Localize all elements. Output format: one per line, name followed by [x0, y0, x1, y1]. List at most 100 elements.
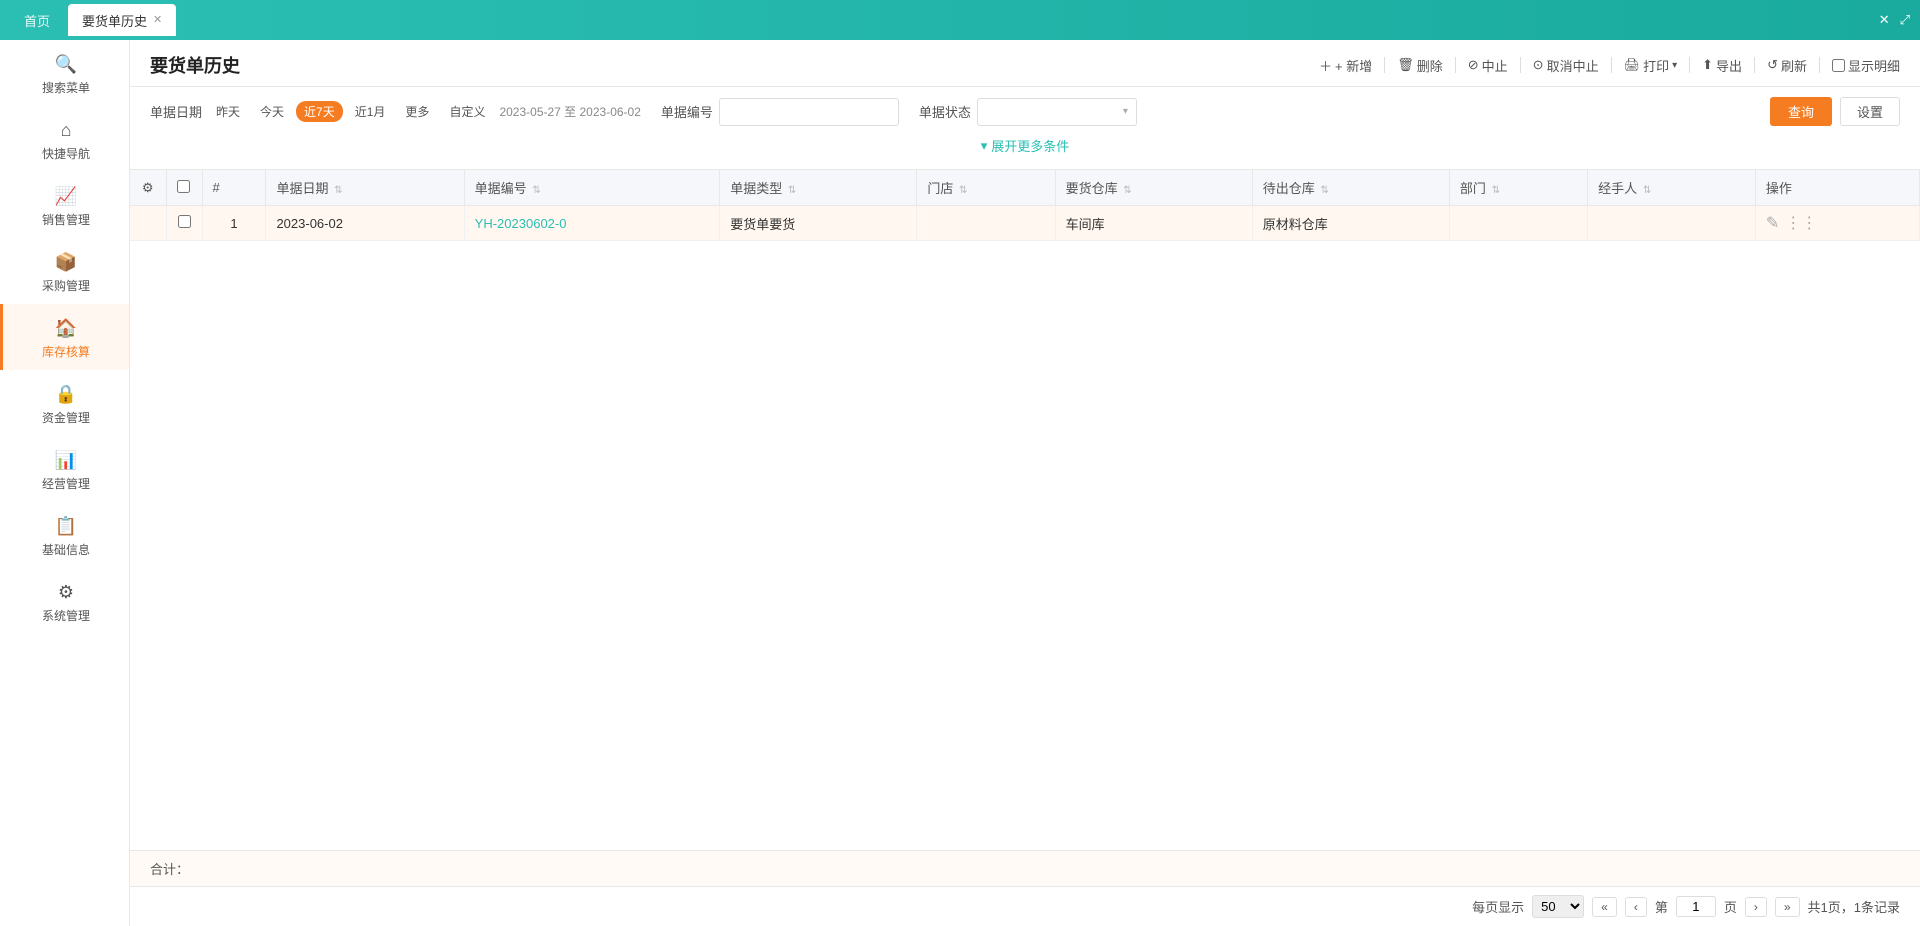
search-menu-icon: 🔍 — [55, 54, 77, 75]
tab-home[interactable]: 首页 — [10, 4, 64, 36]
status-label: 单据状态 — [919, 102, 971, 121]
query-button[interactable]: 查询 — [1770, 97, 1832, 126]
display-detail-button[interactable]: 显示明细 — [1832, 56, 1900, 75]
divider-6 — [1754, 57, 1755, 73]
divider-5 — [1689, 57, 1690, 73]
date-btn-last1m[interactable]: 近1月 — [347, 101, 394, 122]
row-1-order-link[interactable]: YH-20230602-0 — [475, 216, 567, 231]
next-page-button[interactable]: › — [1745, 897, 1767, 917]
stop-button[interactable]: ⊘ 中止 — [1468, 56, 1508, 75]
col-num: # — [202, 170, 266, 206]
pagination-bar: 每页显示 50 10 20 100 « ‹ 第 页 › » 共1页，1条记录 — [130, 886, 1920, 926]
col-req-wh-label: 要货仓库 — [1066, 181, 1118, 196]
prev-page-button[interactable]: ‹ — [1625, 897, 1647, 917]
row-1-checkbox[interactable] — [178, 215, 191, 228]
sidebar-item-ops[interactable]: 📊 经营管理 — [0, 436, 129, 502]
print-button[interactable]: 🖨 打印 ▾ — [1624, 56, 1678, 75]
tab-list: 首页 要货单历史 ✕ — [10, 4, 1879, 36]
col-type: 单据类型 ⇅ — [720, 170, 917, 206]
page-size-label: 每页显示 — [1472, 897, 1524, 916]
expand-conditions-button[interactable]: ▾ 展开更多条件 — [981, 132, 1070, 159]
table-settings-icon[interactable]: ⚙ — [142, 180, 154, 195]
row-1-pending-wh-value: 原材料仓库 — [1263, 217, 1328, 232]
print-icon: 🖨 — [1624, 57, 1641, 73]
col-dept-sort[interactable]: ⇅ — [1492, 185, 1500, 196]
page-number-input[interactable] — [1676, 896, 1716, 917]
row-1-edit-icon[interactable]: ✎ — [1766, 213, 1779, 233]
display-detail-checkbox[interactable] — [1832, 59, 1845, 72]
date-btn-custom[interactable]: 自定义 — [441, 101, 493, 122]
col-dept: 部门 ⇅ — [1449, 170, 1587, 206]
new-button[interactable]: ＋ + 新增 — [1319, 56, 1372, 75]
refresh-icon: ↺ — [1767, 57, 1778, 73]
sidebar-item-finance-label: 资金管理 — [42, 409, 90, 426]
sys-mgmt-icon: ⚙ — [58, 582, 74, 603]
refresh-button[interactable]: ↺ 刷新 — [1767, 56, 1807, 75]
data-table: ⚙ # 单据日期 ⇅ 单据编号 ⇅ — [130, 170, 1920, 241]
window-close-icon[interactable]: ✕ — [1879, 12, 1890, 28]
sidebar-item-quick-nav[interactable]: ⌂ 快捷导航 — [0, 106, 129, 172]
order-no-filter-group: 单据编号 — [661, 98, 899, 126]
export-button[interactable]: ⬆ 导出 — [1702, 56, 1742, 75]
quick-nav-icon: ⌂ — [61, 120, 72, 141]
table-row: 1 2023-06-02 YH-20230602-0 要货单要货 车间库 — [130, 206, 1920, 241]
sidebar-item-basic-info[interactable]: 📋 基础信息 — [0, 502, 129, 568]
col-type-sort[interactable]: ⇅ — [788, 185, 796, 196]
order-no-input[interactable] — [719, 98, 899, 126]
filter-bar: 单据日期 昨天 今天 近7天 近1月 更多 自定义 2023-05-27 至 2… — [130, 87, 1920, 170]
status-select[interactable]: ▾ — [977, 98, 1137, 126]
row-1-num: 1 — [202, 206, 266, 241]
top-bar: 首页 要货单历史 ✕ ✕ ⤢ — [0, 0, 1920, 40]
sidebar-item-inventory-label: 库存核算 — [42, 343, 90, 360]
date-btn-last7[interactable]: 近7天 — [296, 101, 343, 122]
date-btn-today[interactable]: 今天 — [252, 101, 292, 122]
col-handler-label: 经手人 — [1598, 181, 1637, 196]
sidebar-item-sys-mgmt[interactable]: ⚙ 系统管理 — [0, 568, 129, 634]
cancel-stop-button[interactable]: ⊙ 取消中止 — [1533, 56, 1599, 75]
col-pending-wh-sort[interactable]: ⇅ — [1320, 185, 1328, 196]
divider-2 — [1455, 57, 1456, 73]
col-handler: 经手人 ⇅ — [1588, 170, 1756, 206]
last-page-button[interactable]: » — [1775, 897, 1800, 917]
date-btn-yesterday[interactable]: 昨天 — [208, 101, 248, 122]
sidebar-item-sales[interactable]: 📈 销售管理 — [0, 172, 129, 238]
sidebar-item-finance[interactable]: 🔒 资金管理 — [0, 370, 129, 436]
sidebar-item-inventory[interactable]: 🏠 库存核算 — [0, 304, 129, 370]
delete-button[interactable]: 🗑 删除 — [1397, 56, 1443, 75]
window-maximize-icon[interactable]: ⤢ — [1900, 12, 1910, 28]
setting-button[interactable]: 设置 — [1840, 97, 1900, 126]
col-date-sort[interactable]: ⇅ — [334, 185, 342, 196]
sidebar-item-sales-label: 销售管理 — [42, 211, 90, 228]
select-all-checkbox[interactable] — [177, 180, 190, 193]
action-icons: ✎ ⋮⋮ — [1766, 213, 1909, 233]
tab-close-icon[interactable]: ✕ — [153, 15, 162, 26]
col-req-wh-sort[interactable]: ⇅ — [1123, 185, 1131, 196]
divider-4 — [1611, 57, 1612, 73]
filter-row-expand: ▾ 展开更多条件 — [150, 132, 1900, 159]
col-handler-sort[interactable]: ⇅ — [1643, 185, 1651, 196]
sidebar-item-search-menu[interactable]: 🔍 搜索菜单 — [0, 40, 129, 106]
first-page-button[interactable]: « — [1592, 897, 1617, 917]
col-pending-warehouse: 待出仓库 ⇅ — [1252, 170, 1449, 206]
sidebar: 🔍 搜索菜单 ⌂ 快捷导航 📈 销售管理 📦 采购管理 🏠 库存核算 🔒 资金管… — [0, 40, 130, 926]
tab-requisition-history[interactable]: 要货单历史 ✕ — [68, 4, 176, 36]
row-1-more-icon[interactable]: ⋮⋮ — [1785, 213, 1817, 233]
cancel-stop-label: 取消中止 — [1547, 56, 1599, 75]
col-order-no-sort[interactable]: ⇅ — [532, 185, 540, 196]
export-icon: ⬆ — [1702, 57, 1713, 73]
col-store-sort[interactable]: ⇅ — [959, 185, 967, 196]
sidebar-item-purchase[interactable]: 📦 采购管理 — [0, 238, 129, 304]
row-1-actions: ✎ ⋮⋮ — [1755, 206, 1919, 241]
status-filter-group: 单据状态 ▾ — [919, 98, 1137, 126]
col-store-label: 门店 — [927, 181, 953, 196]
sidebar-item-sys-label: 系统管理 — [42, 607, 90, 624]
tab-requisition-label: 要货单历史 — [82, 11, 147, 30]
row-1-dept — [1449, 206, 1587, 241]
tab-home-label: 首页 — [24, 11, 50, 30]
col-order-no: 单据编号 ⇅ — [464, 170, 720, 206]
page-title: 要货单历史 — [150, 52, 240, 78]
date-btn-more[interactable]: 更多 — [397, 101, 437, 122]
page-size-select[interactable]: 50 10 20 100 — [1532, 895, 1584, 918]
refresh-label: 刷新 — [1781, 56, 1807, 75]
row-1-handler — [1588, 206, 1756, 241]
